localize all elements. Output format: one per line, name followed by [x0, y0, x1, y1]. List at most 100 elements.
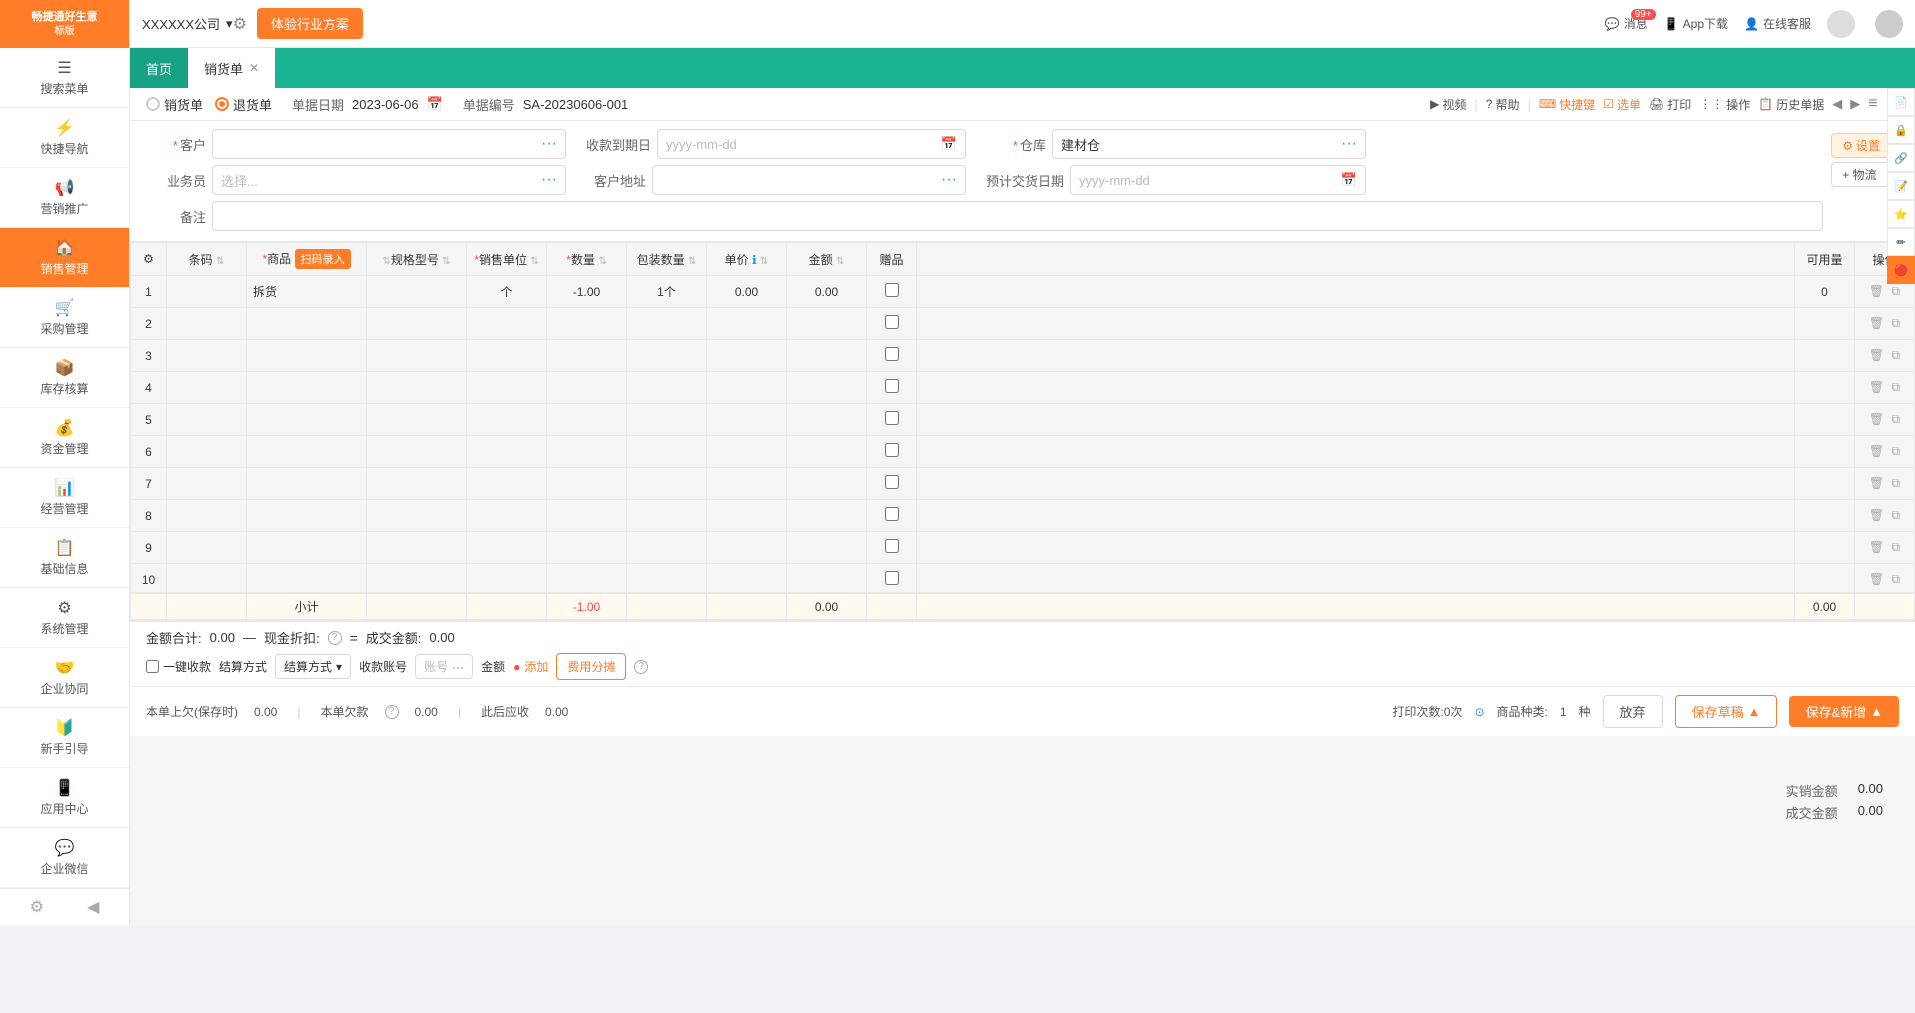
copy-icon-7[interactable]: ⧉	[1892, 508, 1901, 522]
th-amount[interactable]: 金额 ⇅	[787, 243, 867, 276]
account-input[interactable]: 账号 ···	[415, 654, 473, 679]
cell-unit-4[interactable]	[467, 404, 547, 436]
cell-product-1[interactable]	[247, 308, 367, 340]
cell-qty-8[interactable]	[547, 532, 627, 564]
copy-icon-8[interactable]: ⧉	[1892, 540, 1901, 554]
cell-barcode-5[interactable]	[167, 436, 247, 468]
cell-price-8[interactable]	[707, 532, 787, 564]
cell-qty-4[interactable]	[547, 404, 627, 436]
right-btn-6[interactable]: ✏	[1887, 228, 1915, 256]
cell-barcode-7[interactable]	[167, 500, 247, 532]
cell-unit-1[interactable]	[467, 308, 547, 340]
delete-icon-6[interactable]: 🗑	[1869, 476, 1884, 490]
delete-icon-2[interactable]: 🗑	[1869, 348, 1884, 362]
action-print[interactable]: 🖨 打印	[1649, 96, 1691, 113]
cell-gift-5[interactable]	[867, 436, 917, 468]
gift-checkbox-9[interactable]	[885, 571, 899, 585]
copy-icon-6[interactable]: ⧉	[1892, 476, 1901, 490]
delete-icon-5[interactable]: 🗑	[1869, 444, 1884, 458]
expected-date-input[interactable]: yyyy-mm-dd 📅	[1070, 165, 1366, 195]
cell-amount-2[interactable]	[787, 340, 867, 372]
cell-gift-8[interactable]	[867, 532, 917, 564]
cell-pkgqty-0[interactable]: 1个	[627, 276, 707, 308]
gift-checkbox-3[interactable]	[885, 379, 899, 393]
copy-icon-2[interactable]: ⧉	[1892, 348, 1901, 362]
action-help[interactable]: ? 帮助	[1486, 96, 1520, 113]
cell-qty-2[interactable]	[547, 340, 627, 372]
sidebar-item-purchase[interactable]: 🛒 采购管理	[0, 288, 129, 348]
sidebar-item-basic[interactable]: 📋 基础信息	[0, 528, 129, 588]
delete-icon-9[interactable]: 🗑	[1869, 572, 1884, 586]
th-spec[interactable]: ⇅规格型号 ⇅	[367, 243, 467, 276]
cell-product-4[interactable]	[247, 404, 367, 436]
remark-input[interactable]	[212, 201, 1823, 231]
gift-checkbox-5[interactable]	[885, 443, 899, 457]
cell-price-9[interactable]	[707, 564, 787, 593]
delete-icon-7[interactable]: 🗑	[1869, 508, 1884, 522]
warehouse-input[interactable]: 建材仓 ···	[1052, 129, 1366, 159]
cell-unit-7[interactable]	[467, 500, 547, 532]
cell-qty-6[interactable]	[547, 468, 627, 500]
cell-remark-2[interactable]	[917, 340, 1795, 372]
cell-unit-9[interactable]	[467, 564, 547, 593]
cell-unit-6[interactable]	[467, 468, 547, 500]
radio-return[interactable]: 退货单	[215, 95, 272, 114]
cell-price-0[interactable]: 0.00	[707, 276, 787, 308]
cell-product-8[interactable]	[247, 532, 367, 564]
cell-spec-7[interactable]	[367, 500, 467, 532]
cell-unit-0[interactable]: 个	[467, 276, 547, 308]
cell-amount-8[interactable]	[787, 532, 867, 564]
cell-price-6[interactable]	[707, 468, 787, 500]
delete-icon-1[interactable]: 🗑	[1869, 316, 1884, 330]
list-view-icon[interactable]: ≡	[1868, 95, 1877, 113]
cell-gift-3[interactable]	[867, 372, 917, 404]
cell-spec-2[interactable]	[367, 340, 467, 372]
cell-remark-0[interactable]	[917, 276, 1795, 308]
trial-btn[interactable]: 体验行业方案	[257, 8, 363, 39]
cell-spec-3[interactable]	[367, 372, 467, 404]
cell-spec-1[interactable]	[367, 308, 467, 340]
th-unit[interactable]: *销售单位 ⇅	[467, 243, 547, 276]
th-barcode[interactable]: 条码 ⇅	[167, 243, 247, 276]
abandon-btn[interactable]: 放弃	[1603, 695, 1663, 728]
cell-gift-9[interactable]	[867, 564, 917, 593]
cell-gift-4[interactable]	[867, 404, 917, 436]
cell-pkgqty-9[interactable]	[627, 564, 707, 593]
split-help-icon[interactable]: ?	[634, 660, 648, 674]
split-btn[interactable]: 费用分摊	[556, 653, 626, 680]
sidebar-item-appstore[interactable]: 📱 应用中心	[0, 768, 129, 828]
copy-icon-9[interactable]: ⧉	[1892, 572, 1901, 586]
logistics-btn[interactable]: + 物流	[1831, 162, 1891, 187]
right-btn-2[interactable]: 🔒	[1887, 116, 1915, 144]
expected-date-calendar-icon[interactable]: 📅	[1341, 172, 1357, 188]
sidebar-item-operation[interactable]: 📊 经营管理	[0, 468, 129, 528]
topbar-settings-icon[interactable]: ⚙	[233, 14, 247, 34]
gift-checkbox-8[interactable]	[885, 539, 899, 553]
sidebar-item-wechat[interactable]: 💬 企业微信	[0, 828, 129, 888]
sidebar-item-guide[interactable]: 🔰 新手引导	[0, 708, 129, 768]
sidebar-item-collab[interactable]: 🤝 企业协同	[0, 648, 129, 708]
calc-method-input[interactable]: 结算方式 ▾	[275, 654, 351, 679]
cell-qty-7[interactable]	[547, 500, 627, 532]
right-btn-1[interactable]: 📄	[1887, 88, 1915, 116]
cell-gift-0[interactable]	[867, 276, 917, 308]
sidebar-item-system[interactable]: ⚙ 系统管理	[0, 588, 129, 648]
customer-input[interactable]: ···	[212, 129, 566, 159]
cell-pkgqty-7[interactable]	[627, 500, 707, 532]
action-video[interactable]: ▶ 视频	[1430, 96, 1466, 113]
gift-checkbox-4[interactable]	[885, 411, 899, 425]
add-label[interactable]: 添加	[524, 658, 548, 675]
debt-help-icon[interactable]: ?	[385, 705, 399, 719]
th-qty[interactable]: *数量 ⇅	[547, 243, 627, 276]
cell-remark-1[interactable]	[917, 308, 1795, 340]
cell-qty-1[interactable]	[547, 308, 627, 340]
sidebar-collapse-icon[interactable]: ◀	[87, 897, 99, 917]
cell-gift-2[interactable]	[867, 340, 917, 372]
action-history[interactable]: 📋 历史单据	[1758, 96, 1824, 113]
delete-icon-4[interactable]: 🗑	[1869, 412, 1884, 426]
cell-remark-4[interactable]	[917, 404, 1795, 436]
action-choose[interactable]: ☑ 选单	[1603, 96, 1641, 113]
app-download-btn[interactable]: 📱 App下载	[1664, 15, 1728, 32]
copy-icon-4[interactable]: ⧉	[1892, 412, 1901, 426]
cell-gift-1[interactable]	[867, 308, 917, 340]
